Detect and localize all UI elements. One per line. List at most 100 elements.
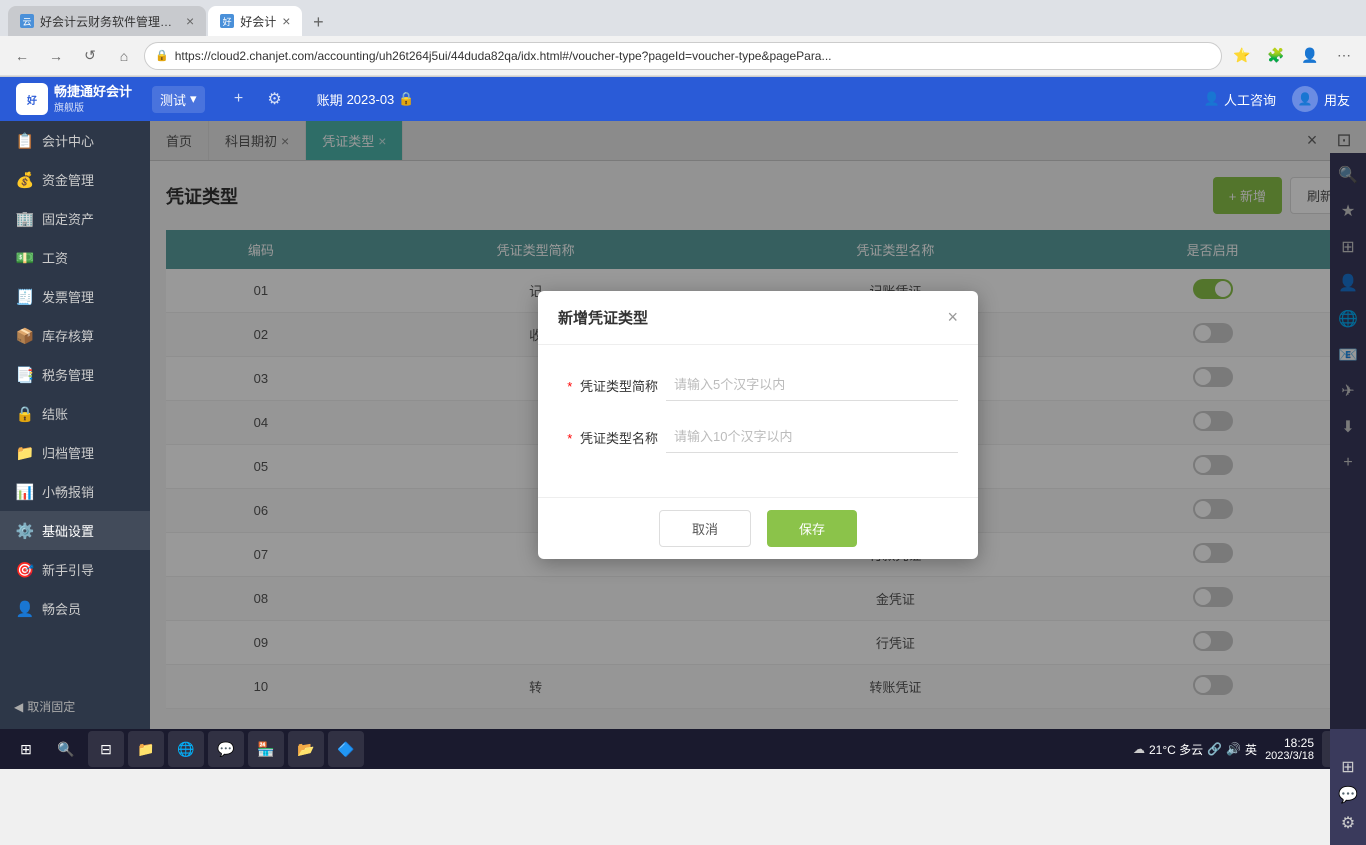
topbar-actions: + ⚙ bbox=[225, 85, 289, 113]
browser-tab-1[interactable]: 云 好会计云财务软件管理系统_会计 × bbox=[8, 6, 206, 36]
taskbar-multitask[interactable]: ⊟ bbox=[88, 731, 124, 767]
forward-button[interactable]: → bbox=[42, 42, 70, 70]
sidebar-item-fixed[interactable]: 🏢 固定资产 bbox=[0, 199, 150, 238]
menu-icon[interactable]: ⋯ bbox=[1330, 42, 1358, 70]
modal-overlay: 新增凭证类型 × * 凭证类型简称 * bbox=[150, 121, 1366, 729]
sidebar-item-report[interactable]: 📊 小畅报销 bbox=[0, 472, 150, 511]
sidebar-item-salary[interactable]: 💵 工资 bbox=[0, 238, 150, 277]
form-row-name: * 凭证类型名称 bbox=[558, 421, 958, 453]
save-button[interactable]: 保存 bbox=[767, 510, 857, 547]
modal-close-button[interactable]: × bbox=[947, 307, 958, 328]
url-text: https://cloud2.chanjet.com/accounting/uh… bbox=[175, 49, 832, 63]
member-icon: 👤 bbox=[16, 600, 34, 618]
sidebar-label-fixed: 固定资产 bbox=[42, 209, 94, 228]
tab-bar: 云 好会计云财务软件管理系统_会计 × 好 好会计 × + bbox=[0, 0, 1366, 36]
address-bar: ← → ↺ ⌂ 🔒 https://cloud2.chanjet.com/acc… bbox=[0, 36, 1366, 76]
browser-chrome: 云 好会计云财务软件管理系统_会计 × 好 好会计 × + ← → ↺ ⌂ 🔒 … bbox=[0, 0, 1366, 77]
taskbar: ⊞ 🔍 ⊟ 📁 🌐 💬 🏪 📂 🔷 ☁ 21°C 多云 🔗 🔊 英 18:25 … bbox=[0, 729, 1366, 769]
sidebar: 📋 会计中心 💰 资金管理 🏢 固定资产 💵 工资 🧾 发票管理 📦 库 bbox=[0, 121, 150, 729]
settings-button[interactable]: ⚙ bbox=[261, 85, 289, 113]
settings-icon: ⚙️ bbox=[16, 522, 34, 540]
start-button[interactable]: ⊞ bbox=[8, 731, 44, 767]
inventory-icon: 📦 bbox=[16, 327, 34, 345]
sidebar-item-archive[interactable]: 📁 归档管理 bbox=[0, 433, 150, 472]
required-mark-name: * bbox=[567, 431, 572, 446]
unpin-label: 取消固定 bbox=[27, 698, 75, 715]
sidebar-item-inventory[interactable]: 📦 库存核算 bbox=[0, 316, 150, 355]
sidebar-item-invoice[interactable]: 🧾 发票管理 bbox=[0, 277, 150, 316]
taskbar-store[interactable]: 🏪 bbox=[248, 731, 284, 767]
tab1-close-btn[interactable]: × bbox=[186, 13, 194, 29]
form-label-short: * 凭证类型简称 bbox=[558, 376, 658, 395]
sidebar-item-tax[interactable]: 📑 税务管理 bbox=[0, 355, 150, 394]
sidebar-label-salary: 工资 bbox=[42, 248, 68, 267]
logo-text: 畅捷通好会计 bbox=[54, 84, 132, 100]
content-area: 首页 科目期初 × 凭证类型 × × ⊡ 凭证类型 bbox=[150, 121, 1366, 729]
user-avatar: 👤 bbox=[1292, 86, 1318, 112]
taskbar-edge[interactable]: 🔷 bbox=[328, 731, 364, 767]
consult-button[interactable]: 👤 人工咨询 bbox=[1204, 90, 1276, 109]
sidebar-item-settings[interactable]: ⚙️ 基础设置 bbox=[0, 511, 150, 550]
taskbar-explorer2[interactable]: 📂 bbox=[288, 731, 324, 767]
sidebar-label-closing: 结账 bbox=[42, 404, 68, 423]
voucher-name-input[interactable] bbox=[666, 421, 958, 453]
company-dropdown-icon: ▾ bbox=[190, 91, 197, 107]
taskbar-file-explorer[interactable]: 📁 bbox=[128, 731, 164, 767]
consult-label: 人工咨询 bbox=[1224, 90, 1276, 109]
consult-icon: 👤 bbox=[1204, 91, 1220, 107]
sidebar-label-guide: 新手引导 bbox=[42, 560, 94, 579]
sidebar-item-dashboard[interactable]: 📋 会计中心 bbox=[0, 121, 150, 160]
modal-dialog: 新增凭证类型 × * 凭证类型简称 * bbox=[538, 291, 978, 559]
taskbar-right: ☁ 21°C 多云 🔗 🔊 英 18:25 2023/3/18 🔔 bbox=[1133, 731, 1358, 767]
taskbar-chrome[interactable]: 🌐 bbox=[168, 731, 204, 767]
sidebar-item-guide[interactable]: 🎯 新手引导 bbox=[0, 550, 150, 589]
form-row-short: * 凭证类型简称 bbox=[558, 369, 958, 401]
cancel-button[interactable]: 取消 bbox=[659, 510, 751, 547]
favorites-icon[interactable]: ⭐ bbox=[1228, 42, 1256, 70]
unpin-icon: ◀ bbox=[14, 700, 23, 714]
company-name: 测试 bbox=[160, 90, 186, 109]
dashboard-icon: 📋 bbox=[16, 132, 34, 150]
logo-text-container: 畅捷通好会计 旗舰版 bbox=[54, 84, 132, 115]
tab1-title: 好会计云财务软件管理系统_会计 bbox=[40, 13, 180, 30]
company-selector[interactable]: 测试 ▾ bbox=[152, 86, 205, 113]
sidebar-label-inventory: 库存核算 bbox=[42, 326, 94, 345]
profile-icon[interactable]: 👤 bbox=[1296, 42, 1324, 70]
report-icon: 📊 bbox=[16, 483, 34, 501]
user-button[interactable]: 👤 用友 bbox=[1292, 86, 1350, 112]
sidebar-label-member: 畅会员 bbox=[42, 599, 81, 618]
taskbar-volume-icon: 🔊 bbox=[1226, 742, 1241, 756]
new-tab-button[interactable]: + bbox=[304, 8, 332, 36]
logo-sub: 旗舰版 bbox=[54, 99, 132, 114]
unpin-button[interactable]: ◀ 取消固定 bbox=[8, 692, 142, 721]
salary-icon: 💵 bbox=[16, 249, 34, 267]
app-container: 好 畅捷通好会计 旗舰版 测试 ▾ + ⚙ 账期 2023-03 🔒 👤 人工咨… bbox=[0, 77, 1366, 769]
voucher-short-input[interactable] bbox=[666, 369, 958, 401]
taskbar-wechat[interactable]: 💬 bbox=[208, 731, 244, 767]
add-button[interactable]: + bbox=[225, 85, 253, 113]
tab2-close-btn[interactable]: × bbox=[282, 13, 290, 29]
lock-icon: 🔒 bbox=[155, 49, 169, 62]
taskbar-search-button[interactable]: 🔍 bbox=[48, 731, 84, 767]
home-button[interactable]: ⌂ bbox=[110, 42, 138, 70]
form-label-name: * 凭证类型名称 bbox=[558, 428, 658, 447]
tab2-title: 好会计 bbox=[240, 13, 276, 30]
browser-tab-2[interactable]: 好 好会计 × bbox=[208, 6, 302, 36]
refresh-button[interactable]: ↺ bbox=[76, 42, 104, 70]
back-button[interactable]: ← bbox=[8, 42, 36, 70]
extensions-icon[interactable]: 🧩 bbox=[1262, 42, 1290, 70]
sidebar-item-member[interactable]: 👤 畅会员 bbox=[0, 589, 150, 628]
url-input[interactable]: 🔒 https://cloud2.chanjet.com/accounting/… bbox=[144, 42, 1222, 70]
modal-body: * 凭证类型简称 * 凭证类型名称 bbox=[538, 345, 978, 497]
sidebar-item-capital[interactable]: 💰 资金管理 bbox=[0, 160, 150, 199]
closing-icon: 🔒 bbox=[16, 405, 34, 423]
sidebar-label-report: 小畅报销 bbox=[42, 482, 94, 501]
sidebar-label-tax: 税务管理 bbox=[42, 365, 94, 384]
archive-icon: 📁 bbox=[16, 444, 34, 462]
sidebar-item-closing[interactable]: 🔒 结账 bbox=[0, 394, 150, 433]
sidebar-bottom: ◀ 取消固定 bbox=[0, 684, 150, 729]
sidebar-label-archive: 归档管理 bbox=[42, 443, 94, 462]
tax-icon: 📑 bbox=[16, 366, 34, 384]
taskbar-weather: ☁ bbox=[1133, 742, 1145, 756]
fixed-icon: 🏢 bbox=[16, 210, 34, 228]
